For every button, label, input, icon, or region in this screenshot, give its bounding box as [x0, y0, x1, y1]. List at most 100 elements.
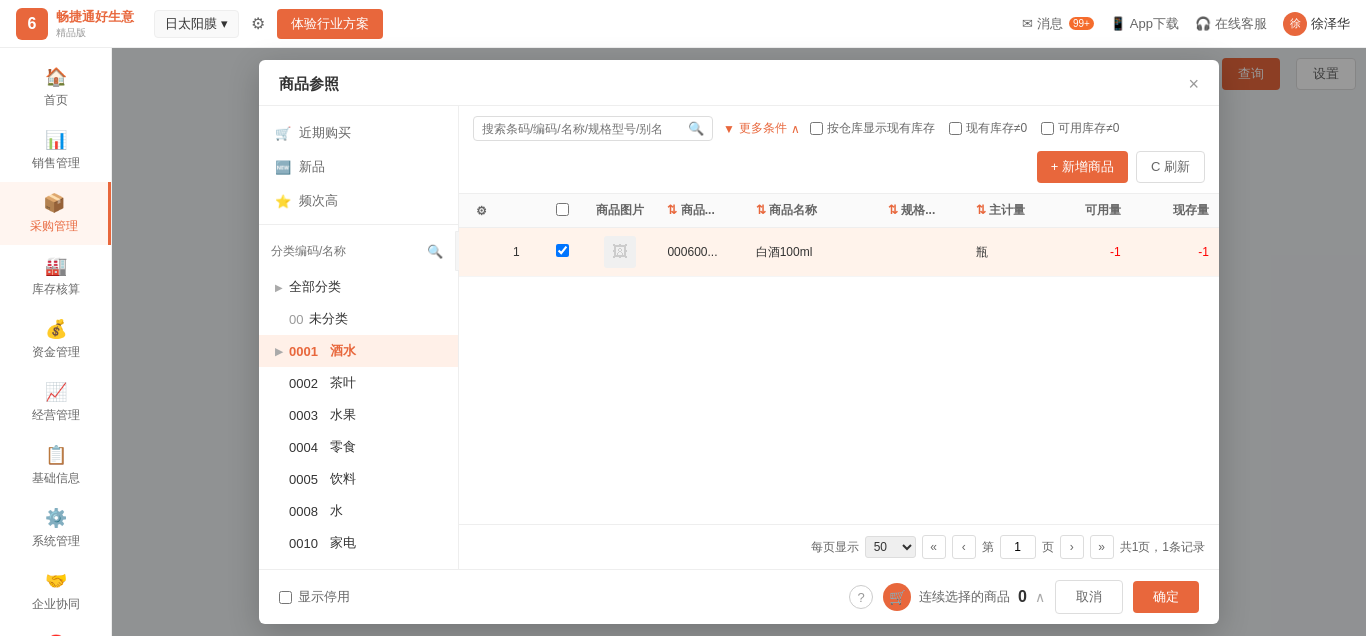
category-search-input[interactable] [271, 244, 421, 258]
category-0003[interactable]: 0003 水果 [259, 399, 458, 431]
col-spec-header[interactable]: ⇅ 规格... [878, 194, 966, 228]
row-num-cell: 1 [503, 228, 543, 277]
page-input[interactable] [1000, 535, 1036, 559]
stock-checkbox[interactable] [949, 122, 962, 135]
sidebar-item-label: 库存核算 [32, 281, 80, 298]
category-all[interactable]: ▶ 全部分类 [259, 271, 458, 303]
col-name-header[interactable]: ⇅ 商品名称 [746, 194, 878, 228]
table-header-row: ⚙ 商品图片 ⇅ 商品... [459, 194, 1219, 228]
filter-button[interactable]: ▼ 更多条件 ∧ [723, 120, 800, 137]
sidebar-item-guide[interactable]: 🎯 新手引导 [0, 623, 111, 636]
messages-badge: 99+ [1069, 17, 1094, 30]
help-button[interactable]: ? [849, 585, 873, 609]
category-full: 0008 [289, 504, 318, 519]
row-img-cell: 🖼 [582, 228, 657, 277]
col-code-sort-icon: ⇅ [667, 203, 677, 217]
col-code-header[interactable]: ⇅ 商品... [657, 194, 745, 228]
warehouse-checkbox-label[interactable]: 按仓库显示现有库存 [810, 120, 935, 137]
row-available-cell: -1 [1043, 228, 1131, 277]
toolbar-right: + 新增商品 C 刷新 [1037, 151, 1205, 183]
cart-icon: 🛒 [883, 583, 911, 611]
new-products-item[interactable]: 🆕 新品 [259, 150, 458, 184]
gear-icon[interactable]: ⚙ [251, 14, 265, 33]
available-checkbox-text: 可用库存≠0 [1058, 120, 1119, 137]
sidebar-item-enterprise[interactable]: 🤝 企业协同 [0, 560, 111, 623]
modal-body: 🛒 近期购买 🆕 新品 ⭐ 频次高 [259, 106, 1219, 569]
sales-icon: 📊 [45, 129, 67, 151]
category-0004[interactable]: 0004 零食 [259, 431, 458, 463]
col-unit-header[interactable]: ⇅ 主计量 [966, 194, 1042, 228]
sidebar-item-label: 基础信息 [32, 470, 80, 487]
col-settings-header[interactable]: ⚙ [459, 194, 503, 228]
category-full: 0010 [289, 536, 318, 551]
first-page-button[interactable]: « [922, 535, 946, 559]
product-reference-modal: 商品参照 × 🛒 近期购买 🆕 新品 [259, 60, 1219, 624]
search-icon[interactable]: 🔍 [688, 121, 704, 136]
sidebar-item-label: 经营管理 [32, 407, 80, 424]
stock-checkbox-text: 现有库存≠0 [966, 120, 1027, 137]
recent-purchase-item[interactable]: 🛒 近期购买 [259, 116, 458, 150]
sidebar-item-system[interactable]: ⚙️ 系统管理 [0, 497, 111, 560]
filter-label: 更多条件 [739, 120, 787, 137]
finance-icon: 💰 [45, 318, 67, 340]
user-menu[interactable]: 徐 徐泽华 [1283, 12, 1350, 36]
category-label: 未分类 [309, 310, 348, 328]
collapse-cart-button[interactable]: ∧ [1035, 589, 1045, 605]
enterprise-icon: 🤝 [45, 570, 67, 592]
sidebar-item-label: 销售管理 [32, 155, 80, 172]
nav-selector[interactable]: 日太阳膜 ▾ [154, 10, 239, 38]
total-info: 共1页，1条记录 [1120, 539, 1205, 556]
category-search-icon[interactable]: 🔍 [427, 244, 443, 259]
sidebar-item-purchase[interactable]: 📦 采购管理 [0, 182, 111, 245]
available-checkbox[interactable] [1041, 122, 1054, 135]
stock-checkbox-label[interactable]: 现有库存≠0 [949, 120, 1027, 137]
category-0002[interactable]: 0002 茶叶 [259, 367, 458, 399]
show-disabled-checkbox[interactable] [279, 591, 292, 604]
available-checkbox-label[interactable]: 可用库存≠0 [1041, 120, 1119, 137]
sidebar-item-inventory[interactable]: 🏭 库存核算 [0, 245, 111, 308]
category-0010[interactable]: 0010 家电 [259, 527, 458, 559]
category-0001[interactable]: ▶ 0001 酒水 [259, 335, 458, 367]
trial-button[interactable]: 体验行业方案 [277, 9, 383, 39]
online-service-button[interactable]: 🎧 在线客服 [1195, 15, 1267, 33]
home-icon: 🏠 [45, 66, 67, 88]
add-product-button[interactable]: + 新增商品 [1037, 151, 1128, 183]
search-input[interactable] [482, 122, 682, 136]
select-all-checkbox[interactable] [556, 203, 569, 216]
high-frequency-item[interactable]: ⭐ 频次高 [259, 184, 458, 218]
sidebar-item-home[interactable]: 🏠 首页 [0, 56, 111, 119]
logo-icon: 6 [16, 8, 48, 40]
category-label: 家电 [330, 534, 356, 552]
new-products-label: 新品 [299, 158, 325, 176]
table-row[interactable]: 1 🖼 [459, 228, 1219, 277]
per-page-select[interactable]: 50 100 200 [865, 536, 916, 558]
last-page-button[interactable]: » [1090, 535, 1114, 559]
search-box: 🔍 [473, 116, 713, 141]
confirm-button[interactable]: 确定 [1133, 581, 1199, 613]
messages-button[interactable]: ✉ 消息 99+ [1022, 15, 1094, 33]
category-00[interactable]: 00 未分类 [259, 303, 458, 335]
refresh-button[interactable]: C 刷新 [1136, 151, 1205, 183]
modal-close-button[interactable]: × [1188, 74, 1199, 95]
warehouse-checkbox[interactable] [810, 122, 823, 135]
category-0008[interactable]: 0008 水 [259, 495, 458, 527]
sidebar-item-basics[interactable]: 📋 基础信息 [0, 434, 111, 497]
col-img-header: 商品图片 [582, 194, 657, 228]
sidebar-item-finance[interactable]: 💰 资金管理 [0, 308, 111, 371]
col-checkbox-header[interactable] [543, 194, 583, 228]
footer-right: ? 🛒 连续选择的商品 0 ∧ 取消 确定 [849, 580, 1199, 614]
row-checkbox[interactable] [556, 244, 569, 257]
next-page-button[interactable]: › [1060, 535, 1084, 559]
sidebar-item-sales[interactable]: 📊 销售管理 [0, 119, 111, 182]
sidebar-item-operations[interactable]: 📈 经营管理 [0, 371, 111, 434]
app-download-label: App下载 [1130, 15, 1179, 33]
row-checkbox-cell[interactable] [543, 228, 583, 277]
prev-page-button[interactable]: ‹ [952, 535, 976, 559]
app-download-button[interactable]: 📱 App下载 [1110, 15, 1179, 33]
category-code: 00 [289, 312, 303, 327]
category-label: 零食 [330, 438, 356, 456]
category-0005[interactable]: 0005 饮料 [259, 463, 458, 495]
category-label: 饮料 [330, 470, 356, 488]
cancel-button[interactable]: 取消 [1055, 580, 1123, 614]
divider [259, 224, 458, 225]
